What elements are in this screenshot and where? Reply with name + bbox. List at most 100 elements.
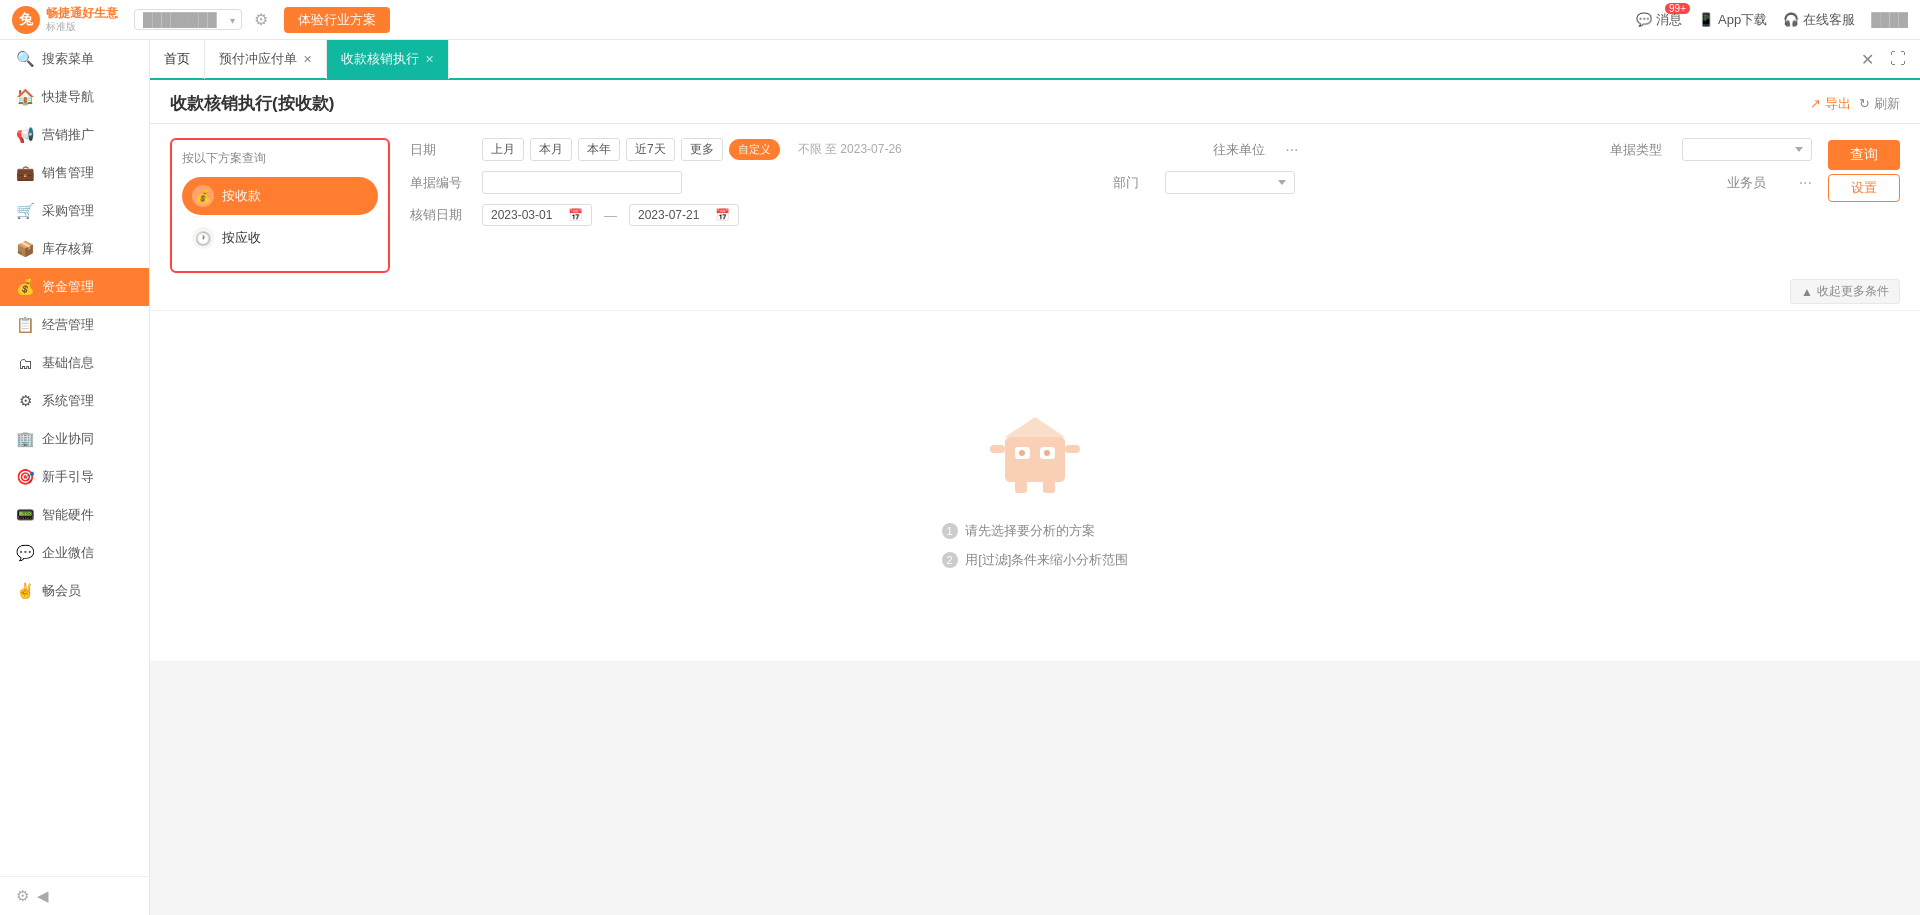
doc-no-input[interactable] bbox=[482, 171, 682, 194]
verify-date-end[interactable]: 2023-07-21 📅 bbox=[629, 204, 739, 226]
tip-1-number: 1 bbox=[942, 523, 958, 539]
app-download-label: App下载 bbox=[1718, 11, 1767, 29]
filter-collapse-bar: ▲ 收起更多条件 bbox=[150, 273, 1920, 311]
date-7days[interactable]: 近7天 bbox=[626, 138, 675, 161]
service-label: 在线客服 bbox=[1803, 11, 1855, 29]
filter-option-by-collection[interactable]: 💰 按收款 bbox=[182, 177, 378, 215]
company-selector[interactable]: ████████ ▾ bbox=[134, 9, 242, 30]
doc-type-label: 单据类型 bbox=[1610, 141, 1670, 159]
messages-button[interactable]: 💬 消息 99+ bbox=[1636, 11, 1682, 29]
empty-tips: 1 请先选择要分析的方案 2 用[过滤]条件来缩小分析范围 bbox=[942, 517, 1129, 574]
finance-icon: 💰 bbox=[16, 278, 34, 296]
date-more[interactable]: 更多 bbox=[681, 138, 723, 161]
tab-prepay-close[interactable]: ✕ bbox=[303, 53, 312, 66]
online-service-button[interactable]: 🎧 在线客服 bbox=[1783, 11, 1855, 29]
hardware-icon: 📟 bbox=[16, 506, 34, 524]
collapse-button[interactable]: ▲ 收起更多条件 bbox=[1790, 279, 1900, 304]
service-icon: 🎧 bbox=[1783, 12, 1799, 27]
solution-button[interactable]: 体验行业方案 bbox=[284, 7, 390, 33]
sidebar-item-marketing[interactable]: 📢 营销推广 bbox=[0, 116, 149, 154]
tab-close-button[interactable]: ✕ bbox=[1855, 48, 1880, 71]
filter-main-fields: 日期 上月 本月 本年 近7天 更多 自定义 不限 至 2023-07-26 bbox=[410, 138, 1812, 236]
sidebar-item-label: 畅会员 bbox=[42, 582, 81, 600]
sidebar-item-label: 企业微信 bbox=[42, 544, 94, 562]
filter-sidebar: 按以下方案查询 💰 按收款 🕐 按应收 bbox=[170, 138, 390, 273]
tab-collection-close[interactable]: ✕ bbox=[425, 53, 434, 66]
counterpart-dots[interactable]: ··· bbox=[1285, 141, 1298, 159]
app-download-icon: 📱 bbox=[1698, 12, 1714, 27]
tab-fullscreen-button[interactable]: ⛶ bbox=[1884, 48, 1912, 70]
sidebar-item-inventory[interactable]: 📦库存核算 bbox=[0, 230, 149, 268]
date-this-month[interactable]: 本月 bbox=[530, 138, 572, 161]
sidebar-item-label: 销售管理 bbox=[42, 164, 94, 182]
date-custom[interactable]: 自定义 bbox=[729, 139, 780, 160]
svg-rect-6 bbox=[1015, 479, 1027, 493]
staff-label: 业务员 bbox=[1727, 174, 1787, 192]
sidebar-settings-icon[interactable]: ⚙ bbox=[16, 887, 29, 905]
sidebar-item-operations[interactable]: 📋经营管理 bbox=[0, 306, 149, 344]
app-download-button[interactable]: 📱 App下载 bbox=[1698, 11, 1767, 29]
tab-prepay-label: 预付冲应付单 bbox=[219, 50, 297, 68]
svg-rect-7 bbox=[1043, 479, 1055, 493]
settings-icon[interactable]: ⚙ bbox=[254, 10, 268, 29]
sidebar-item-label: 营销推广 bbox=[42, 126, 94, 144]
search-icon: 🔍 bbox=[16, 50, 34, 68]
tab-collection-label: 收款核销执行 bbox=[341, 50, 419, 68]
sidebar-item-label: 快捷导航 bbox=[42, 88, 94, 106]
tip-2-number: 2 bbox=[942, 552, 958, 568]
sidebar-item-purchase[interactable]: 🛒采购管理 bbox=[0, 192, 149, 230]
verify-date-start[interactable]: 2023-03-01 📅 bbox=[482, 204, 592, 226]
sidebar-item-search[interactable]: 🔍 搜索菜单 bbox=[0, 40, 149, 78]
sidebar-item-label: 搜索菜单 bbox=[42, 50, 94, 68]
dept-select[interactable] bbox=[1165, 171, 1295, 194]
refresh-button[interactable]: ↻ 刷新 bbox=[1859, 95, 1900, 113]
sidebar-item-label: 新手引导 bbox=[42, 468, 94, 486]
sidebar-item-basic[interactable]: 🗂基础信息 bbox=[0, 344, 149, 382]
filter-option-by-receivable[interactable]: 🕐 按应收 bbox=[182, 219, 378, 257]
sidebar-item-hardware[interactable]: 📟智能硬件 bbox=[0, 496, 149, 534]
filter-date-row: 日期 上月 本月 本年 近7天 更多 自定义 不限 至 2023-07-26 bbox=[410, 138, 1812, 161]
date-separator: — bbox=[604, 208, 617, 223]
doc-type-select[interactable] bbox=[1682, 138, 1812, 161]
page-title: 收款核销执行(按收款) bbox=[170, 92, 334, 115]
page-content: 收款核销执行(按收款) ↗ 导出 ↻ 刷新 按以下方案查询 bbox=[150, 80, 1920, 915]
date-quick-buttons: 上月 本月 本年 近7天 更多 自定义 bbox=[482, 138, 780, 161]
marketing-icon: 📢 bbox=[16, 126, 34, 144]
filter-area: 按以下方案查询 💰 按收款 🕐 按应收 bbox=[150, 124, 1920, 273]
date-last-month[interactable]: 上月 bbox=[482, 138, 524, 161]
inventory-icon: 📦 bbox=[16, 240, 34, 258]
export-label: 导出 bbox=[1825, 95, 1851, 113]
operations-icon: 📋 bbox=[16, 316, 34, 334]
member-icon: ✌ bbox=[16, 582, 34, 600]
sidebar-collapse-icon[interactable]: ◀ bbox=[37, 887, 49, 905]
sidebar-item-enterprise[interactable]: 🏢企业协同 bbox=[0, 420, 149, 458]
sidebar-item-system[interactable]: ⚙系统管理 bbox=[0, 382, 149, 420]
message-icon: 💬 bbox=[1636, 12, 1652, 27]
export-icon: ↗ bbox=[1810, 96, 1821, 111]
filter-row-1: 日期 上月 本月 本年 近7天 更多 自定义 不限 至 2023-07-26 bbox=[410, 138, 1900, 236]
export-button[interactable]: ↗ 导出 bbox=[1810, 95, 1851, 113]
sidebar-item-member[interactable]: ✌ 畅会员 bbox=[0, 572, 149, 610]
sidebar-item-newbie[interactable]: 🎯新手引导 bbox=[0, 458, 149, 496]
verify-date-end-value: 2023-07-21 bbox=[638, 208, 699, 222]
empty-state: 1 请先选择要分析的方案 2 用[过滤]条件来缩小分析范围 bbox=[150, 311, 1920, 661]
date-this-year[interactable]: 本年 bbox=[578, 138, 620, 161]
sidebar-item-finance[interactable]: 💰资金管理 bbox=[0, 268, 149, 306]
filter-sidebar-title: 按以下方案查询 bbox=[182, 150, 378, 167]
tab-collection[interactable]: 收款核销执行 ✕ bbox=[327, 40, 449, 79]
sidebar-item-sales[interactable]: 💼销售管理 bbox=[0, 154, 149, 192]
main-layout: 🔍 搜索菜单 🏠 快捷导航 📢 营销推广 💼销售管理🛒采购管理📦库存核算💰资金管理📋经营管理… bbox=[0, 40, 1920, 915]
empty-tip-2: 2 用[过滤]条件来缩小分析范围 bbox=[942, 546, 1129, 575]
tab-home[interactable]: 首页 bbox=[150, 40, 205, 79]
filter-row-2: 单据编号 部门 业务员 ··· bbox=[410, 171, 1812, 194]
sidebar-item-label: 企业协同 bbox=[42, 430, 94, 448]
content-area: 首页 预付冲应付单 ✕ 收款核销执行 ✕ ✕ ⛶ 收款核销执行(按收款) bbox=[150, 40, 1920, 915]
query-button[interactable]: 查询 bbox=[1828, 140, 1900, 170]
sidebar-item-wechat[interactable]: 💬企业微信 bbox=[0, 534, 149, 572]
sidebar-item-quick-nav[interactable]: 🏠 快捷导航 bbox=[0, 78, 149, 116]
staff-dots[interactable]: ··· bbox=[1799, 174, 1812, 192]
settings-button[interactable]: 设置 bbox=[1828, 174, 1900, 202]
user-name[interactable]: ████ bbox=[1871, 12, 1908, 27]
quick-nav-icon: 🏠 bbox=[16, 88, 34, 106]
tab-prepay[interactable]: 预付冲应付单 ✕ bbox=[205, 40, 327, 79]
